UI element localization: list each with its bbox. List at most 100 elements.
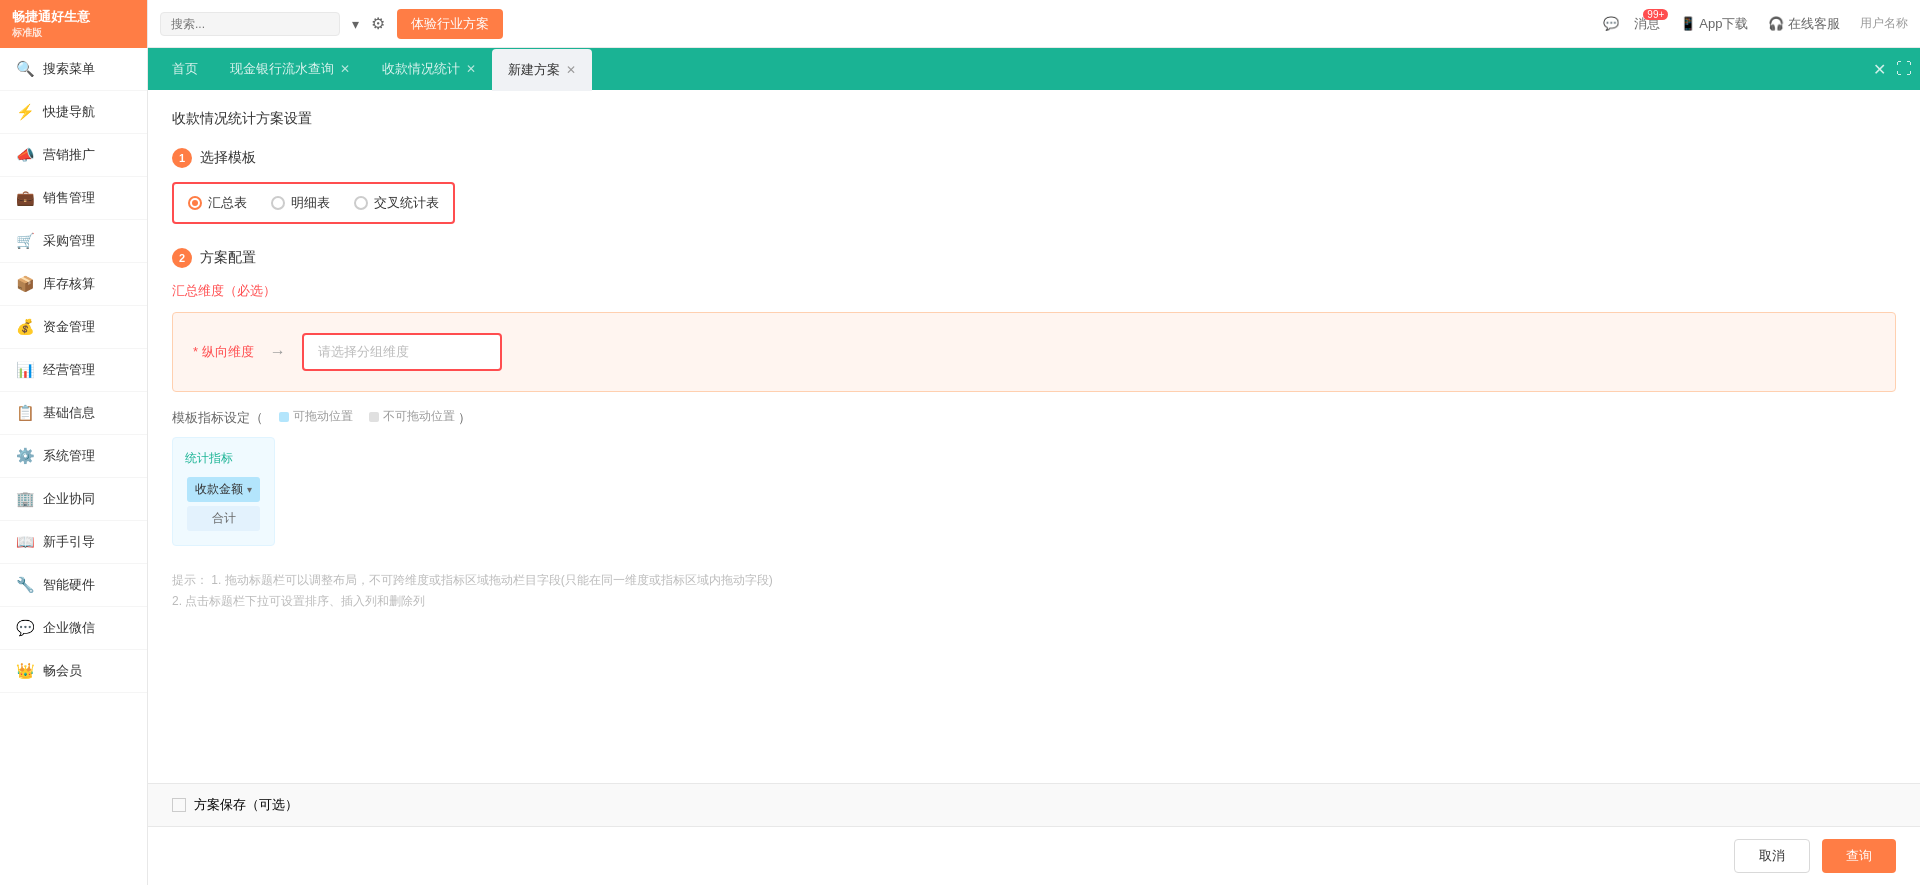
app-download[interactable]: 📱 App下载 xyxy=(1680,15,1748,33)
sidebar-item-3[interactable]: 💼销售管理 xyxy=(0,177,147,220)
maximize-icon[interactable]: ⛶ xyxy=(1896,60,1912,78)
sidebar-item-0[interactable]: 🔍搜索菜单 xyxy=(0,48,147,91)
topbar-right: 💬 99+ 消息 📱 App下载 🎧 在线客服 用户名称 xyxy=(1603,15,1908,33)
page-title: 收款情况统计方案设置 xyxy=(172,110,1896,128)
tab-label-3: 新建方案 xyxy=(508,61,560,79)
action-bar: 取消 查询 xyxy=(148,826,1920,885)
sidebar-item-1[interactable]: ⚡ 快捷导航 xyxy=(0,91,147,134)
step1-title: 选择模板 xyxy=(200,149,256,167)
support-icon: 🎧 xyxy=(1768,16,1784,31)
online-support[interactable]: 🎧 在线客服 xyxy=(1768,15,1840,33)
sidebar-item-6[interactable]: 💰资金管理 xyxy=(0,306,147,349)
row-dimension-label: * 纵向维度 xyxy=(193,343,254,361)
step2-section: 2 方案配置 汇总维度（必选） * 纵向维度 → 请选择分组维度 模板指标 xyxy=(172,248,1896,613)
notification-count: 99+ xyxy=(1643,9,1668,20)
query-button[interactable]: 查询 xyxy=(1822,839,1896,873)
app-name: 畅捷通好生意 xyxy=(12,8,90,26)
tab-1[interactable]: 现金银行流水查询✕ xyxy=(214,48,366,90)
tab-label-2: 收款情况统计 xyxy=(382,60,460,78)
template-detail[interactable]: 明细表 xyxy=(271,194,330,212)
save-plan-checkbox[interactable] xyxy=(172,798,186,812)
sidebar-item-14[interactable]: 👑畅会员 xyxy=(0,650,147,693)
sidebar-icon-12: 🔧 xyxy=(16,576,35,594)
sidebar-icon-11: 📖 xyxy=(16,533,35,551)
sidebar-label-1: 快捷导航 xyxy=(43,103,95,121)
sidebar-label-14: 畅会员 xyxy=(43,662,82,680)
metrics-legend: 可拖动位置 不可拖动位置 xyxy=(279,408,455,425)
metric-dropdown-icon[interactable]: ▾ xyxy=(247,484,252,495)
sidebar-item-7[interactable]: 📊经营管理 xyxy=(0,349,147,392)
tip-line-1: 提示： 1. 拖动标题栏可以调整布局，不可跨维度或指标区域拖动栏目字段(只能在同… xyxy=(172,570,1896,592)
sidebar-item-5[interactable]: 📦库存核算 xyxy=(0,263,147,306)
app-logo: 畅捷通好生意 标准版 xyxy=(0,0,147,48)
cancel-button[interactable]: 取消 xyxy=(1734,839,1810,873)
sidebar-item-10[interactable]: 🏢 企业协同 xyxy=(0,478,147,521)
tab-close-2[interactable]: ✕ xyxy=(466,62,476,76)
metrics-close-paren: ） xyxy=(458,410,471,425)
radio-cross[interactable] xyxy=(354,196,368,210)
metric-tag-label: 收款金额 xyxy=(195,481,243,498)
dimension-area: * 纵向维度 → 请选择分组维度 xyxy=(172,312,1896,392)
draggable-dot xyxy=(279,412,289,422)
sidebar-label-13: 企业微信 xyxy=(43,619,95,637)
template-summary-label: 汇总表 xyxy=(208,194,247,212)
sidebar-item-13[interactable]: 💬 企业微信 xyxy=(0,607,147,650)
fixed-dot xyxy=(369,412,379,422)
template-summary[interactable]: 汇总表 xyxy=(188,194,247,212)
sidebar-icon-8: 📋 xyxy=(16,404,35,422)
settings-icon[interactable]: ⚙ xyxy=(371,14,385,33)
sidebar-item-9[interactable]: ⚙️系统管理 xyxy=(0,435,147,478)
radio-summary[interactable] xyxy=(188,196,202,210)
metric-subtag-container: 合计 xyxy=(185,506,262,531)
sidebar-item-12[interactable]: 🔧智能硬件 xyxy=(0,564,147,607)
dimension-select[interactable]: 请选择分组维度 xyxy=(302,333,502,371)
save-plan-label: 方案保存（可选） xyxy=(194,796,298,814)
sidebar-icon-1: ⚡ xyxy=(16,103,35,121)
step1-header: 1 选择模板 xyxy=(172,148,1896,168)
sidebar-item-2[interactable]: 📣 营销推广 xyxy=(0,134,147,177)
download-icon: 📱 xyxy=(1680,16,1696,31)
close-window-icon[interactable]: ✕ xyxy=(1873,60,1886,79)
draggable-label: 可拖动位置 xyxy=(293,408,353,425)
template-cross-label: 交叉统计表 xyxy=(374,194,439,212)
fixed-label: 不可拖动位置 xyxy=(383,408,455,425)
sidebar-icon-9: ⚙️ xyxy=(16,447,35,465)
tab-3[interactable]: 新建方案 ✕ xyxy=(492,49,592,91)
sidebar-icon-4: 🛒 xyxy=(16,232,35,250)
sidebar-label-3: 销售管理 xyxy=(43,189,95,207)
tab-0[interactable]: 首页 xyxy=(156,48,214,90)
template-cross[interactable]: 交叉统计表 xyxy=(354,194,439,212)
topbar-dropdown-icon[interactable]: ▾ xyxy=(352,16,359,32)
sidebar-label-11: 新手引导 xyxy=(43,533,95,551)
tabbar: 首页现金银行流水查询✕ 收款情况统计 ✕ 新建方案 ✕ ✕ ⛶ xyxy=(148,48,1920,90)
dimension-row: * 纵向维度 → 请选择分组维度 xyxy=(193,333,1875,371)
tab-close-1[interactable]: ✕ xyxy=(340,62,350,76)
metrics-title-text: 模板指标设定（ xyxy=(172,410,263,425)
tip-text-1: 提示： 1. 拖动标题栏可以调整布局，不可跨维度或指标区域拖动栏目字段(只能在同… xyxy=(172,570,773,592)
search-input[interactable] xyxy=(160,12,340,36)
sidebar-label-10: 企业协同 xyxy=(43,490,95,508)
notification-badge[interactable]: 💬 99+ 消息 xyxy=(1603,15,1661,33)
metrics-header: 模板指标设定（ 可拖动位置 不可拖动位置 ） xyxy=(172,408,1896,427)
sidebar-icon-10: 🏢 xyxy=(16,490,35,508)
user-info: 用户名称 xyxy=(1860,15,1908,32)
fixed-legend: 不可拖动位置 xyxy=(369,408,455,425)
tab-close-3[interactable]: ✕ xyxy=(566,63,576,77)
sidebar-label-8: 基础信息 xyxy=(43,404,95,422)
tab-2[interactable]: 收款情况统计 ✕ xyxy=(366,48,492,90)
arrow-icon: → xyxy=(270,343,286,361)
main-area: ▾ ⚙ 体验行业方案 💬 99+ 消息 📱 App下载 🎧 在线客服 用户名称 … xyxy=(148,0,1920,885)
sidebar-item-11[interactable]: 📖 新手引导 xyxy=(0,521,147,564)
industry-btn[interactable]: 体验行业方案 xyxy=(397,9,503,39)
sidebar-label-6: 资金管理 xyxy=(43,318,95,336)
topbar: ▾ ⚙ 体验行业方案 💬 99+ 消息 📱 App下载 🎧 在线客服 用户名称 xyxy=(148,0,1920,48)
radio-detail[interactable] xyxy=(271,196,285,210)
metrics-group-label: 统计指标 xyxy=(185,450,262,467)
sidebar-icon-2: 📣 xyxy=(16,146,35,164)
sidebar-icon-13: 💬 xyxy=(16,619,35,637)
sidebar-item-4[interactable]: 🛒采购管理 xyxy=(0,220,147,263)
sidebar-label-2: 营销推广 xyxy=(43,146,95,164)
metric-tag-amount[interactable]: 收款金额 ▾ xyxy=(187,477,260,502)
sidebar-item-8[interactable]: 📋 基础信息 xyxy=(0,392,147,435)
notification-icon: 💬 xyxy=(1603,16,1619,31)
